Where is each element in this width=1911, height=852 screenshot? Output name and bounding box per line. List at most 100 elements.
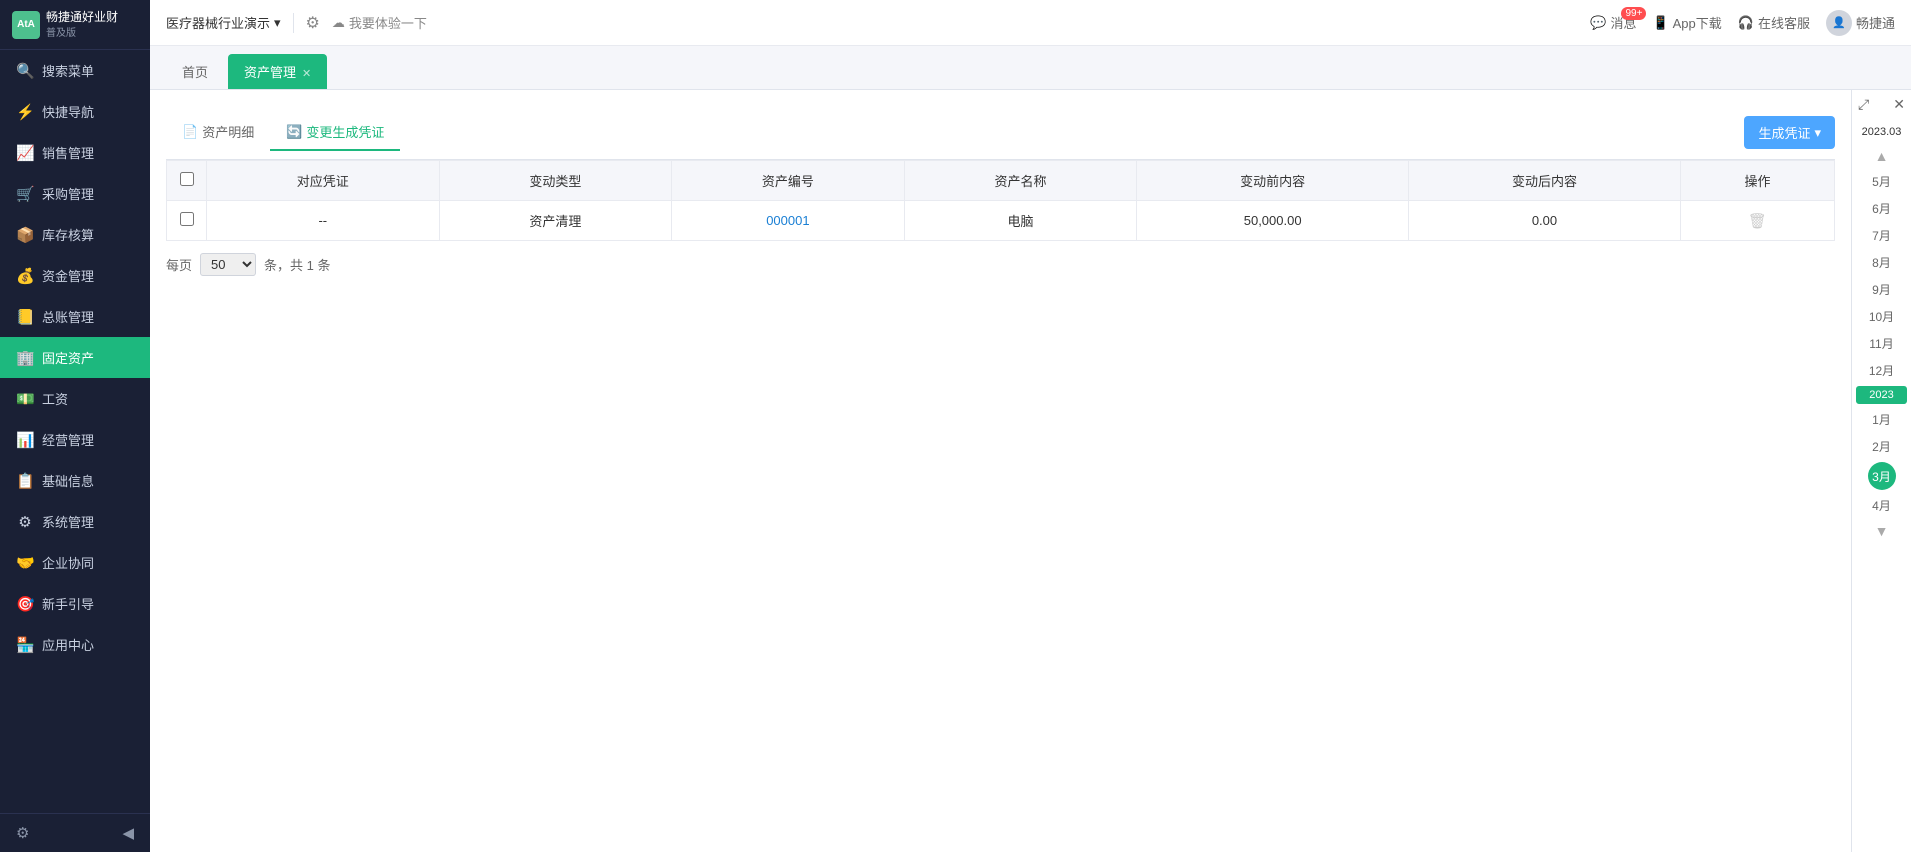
sidebar-logo: AtA 畅捷通好业财 普及版 bbox=[0, 0, 150, 50]
content-area: 📄 资产明细 🔄 变更生成凭证 生成凭证 ▾ bbox=[150, 90, 1911, 852]
purchase-icon: 🛒 bbox=[16, 185, 34, 203]
per-page-select[interactable]: 50 10 20 100 bbox=[200, 253, 256, 276]
payroll-icon: 💵 bbox=[16, 390, 34, 408]
row-voucher-0: -- bbox=[207, 201, 440, 241]
chevron-down-icon: ▾ bbox=[274, 15, 281, 31]
row-checkbox-0 bbox=[167, 201, 207, 241]
sidebar-item-label-funds: 资金管理 bbox=[42, 266, 94, 285]
row-before-0: 50,000.00 bbox=[1137, 201, 1409, 241]
sidebar-item-label-guide: 新手引导 bbox=[42, 594, 94, 613]
sidebar-item-collab[interactable]: 🤝 企业协同 bbox=[0, 542, 150, 583]
sub-tab-asset-detail[interactable]: 📄 资产明细 bbox=[166, 114, 270, 151]
right-date-panel: ⤢ ✕ 2023.03 ▲ 5月6月7月8月9月10月11月12月20231月2… bbox=[1851, 90, 1911, 852]
row-change-type-0: 资产清理 bbox=[439, 201, 672, 241]
collapse-icon[interactable]: ◀ bbox=[122, 824, 134, 842]
app-download-btn[interactable]: 📱 App下载 bbox=[1652, 13, 1721, 32]
basic-icon: 📋 bbox=[16, 472, 34, 490]
generate-voucher-button[interactable]: 生成凭证 ▾ bbox=[1744, 116, 1835, 149]
sidebar-item-inventory[interactable]: 📦 库存核算 bbox=[0, 214, 150, 255]
dropdown-arrow-icon: ▾ bbox=[1814, 125, 1821, 141]
month-item-2月[interactable]: 2月 bbox=[1852, 433, 1911, 460]
month-item-12月[interactable]: 12月 bbox=[1852, 357, 1911, 384]
operations-icon: 📊 bbox=[16, 431, 34, 449]
message-badge: 99+ bbox=[1621, 7, 1646, 20]
quicknav-icon: ⚡ bbox=[16, 103, 34, 121]
sidebar-item-label-inventory: 库存核算 bbox=[42, 225, 94, 244]
sidebar-nav-scroll: 🔍 搜索菜单 ⚡ 快捷导航 📈 销售管理 🛒 采购管理 📦 库存核算 💰 资金管… bbox=[0, 50, 150, 813]
company-selector[interactable]: 医疗器械行业演示 ▾ bbox=[166, 13, 281, 32]
col-checkbox bbox=[167, 161, 207, 201]
month-item-4月[interactable]: 4月 bbox=[1852, 492, 1911, 519]
col-after: 变动后内容 bbox=[1409, 161, 1681, 201]
sidebar-item-guide[interactable]: 🎯 新手引导 bbox=[0, 583, 150, 624]
tab-close-asset-mgmt[interactable]: ✕ bbox=[302, 68, 311, 80]
scroll-up-btn[interactable]: ▲ bbox=[1875, 144, 1889, 168]
tab-label-asset-mgmt: 资产管理 bbox=[244, 65, 296, 80]
month-item-5月[interactable]: 5月 bbox=[1852, 168, 1911, 195]
total-text: 条，共 1 条 bbox=[264, 255, 330, 274]
sidebar: AtA 畅捷通好业财 普及版 🔍 搜索菜单 ⚡ 快捷导航 📈 销售管理 🛒 采购… bbox=[0, 0, 150, 852]
online-service-btn[interactable]: 🎧 在线客服 bbox=[1738, 13, 1810, 32]
tab-asset-mgmt[interactable]: 资产管理 ✕ bbox=[228, 54, 327, 89]
message-btn[interactable]: 💬 消息 99+ bbox=[1590, 13, 1636, 32]
app-download-label: App下载 bbox=[1673, 13, 1722, 32]
sidebar-item-label-appstore: 应用中心 bbox=[42, 635, 94, 654]
month-item-3月[interactable]: 3月 bbox=[1868, 462, 1896, 490]
scroll-down-btn[interactable]: ▼ bbox=[1875, 519, 1889, 543]
sidebar-item-funds[interactable]: 💰 资金管理 bbox=[0, 255, 150, 296]
sales-icon: 📈 bbox=[16, 144, 34, 162]
sub-tabs: 📄 资产明细 🔄 变更生成凭证 生成凭证 ▾ bbox=[166, 106, 1835, 160]
sidebar-item-label-payroll: 工资 bbox=[42, 389, 68, 408]
table-footer: 每页 50 10 20 100 条，共 1 条 bbox=[166, 241, 1835, 288]
sidebar-item-payroll[interactable]: 💵 工资 bbox=[0, 378, 150, 419]
month-item-11月[interactable]: 11月 bbox=[1852, 330, 1911, 357]
sub-tab-change-voucher[interactable]: 🔄 变更生成凭证 bbox=[270, 114, 400, 151]
tab-label-home: 首页 bbox=[182, 65, 208, 80]
sidebar-item-basic[interactable]: 📋 基础信息 bbox=[0, 460, 150, 501]
expand-icon[interactable]: ⤢ bbox=[1858, 96, 1869, 113]
month-item-8月[interactable]: 8月 bbox=[1852, 249, 1911, 276]
sidebar-item-purchase[interactable]: 🛒 采购管理 bbox=[0, 173, 150, 214]
tabbar: 首页 资产管理 ✕ bbox=[150, 46, 1911, 90]
month-item-6月[interactable]: 6月 bbox=[1852, 195, 1911, 222]
month-item-1月[interactable]: 1月 bbox=[1852, 406, 1911, 433]
sidebar-item-label-basic: 基础信息 bbox=[42, 471, 94, 490]
sidebar-item-ledger[interactable]: 📒 总账管理 bbox=[0, 296, 150, 337]
row-action-0: 🗑 bbox=[1680, 201, 1834, 241]
sidebar-item-appstore[interactable]: 🏪 应用中心 bbox=[0, 624, 150, 665]
select-all-checkbox[interactable] bbox=[180, 172, 194, 186]
month-item-10月[interactable]: 10月 bbox=[1852, 303, 1911, 330]
sidebar-item-sales[interactable]: 📈 销售管理 bbox=[0, 132, 150, 173]
month-item-7月[interactable]: 7月 bbox=[1852, 222, 1911, 249]
col-voucher: 对应凭证 bbox=[207, 161, 440, 201]
sidebar-item-label-search: 搜索菜单 bbox=[42, 61, 94, 80]
sidebar-item-quicknav[interactable]: ⚡ 快捷导航 bbox=[0, 91, 150, 132]
sidebar-item-assets[interactable]: 🏢 固定资产 bbox=[0, 337, 150, 378]
sidebar-item-system[interactable]: ⚙ 系统管理 bbox=[0, 501, 150, 542]
sidebar-item-operations[interactable]: 📊 经营管理 bbox=[0, 419, 150, 460]
sub-tab-change-voucher-label: 变更生成凭证 bbox=[306, 122, 384, 141]
sidebar-item-label-ledger: 总账管理 bbox=[42, 307, 94, 326]
user-btn[interactable]: 👤 畅捷通 bbox=[1826, 10, 1895, 36]
sidebar-item-search[interactable]: 🔍 搜索菜单 bbox=[0, 50, 150, 91]
topbar-right: 💬 消息 99+ 📱 App下载 🎧 在线客服 👤 畅捷通 bbox=[1590, 10, 1895, 36]
sidebar-item-label-operations: 经营管理 bbox=[42, 430, 94, 449]
tab-home[interactable]: 首页 bbox=[166, 54, 224, 89]
username: 畅捷通 bbox=[1856, 13, 1895, 32]
row-select-0[interactable] bbox=[180, 212, 194, 226]
settings-gear-icon[interactable]: ⚙ bbox=[306, 13, 320, 33]
topbar-divider bbox=[293, 13, 294, 33]
system-icon: ⚙ bbox=[16, 513, 34, 531]
assets-icon: 🏢 bbox=[16, 349, 34, 367]
funds-icon: 💰 bbox=[16, 267, 34, 285]
experience-btn[interactable]: ☁ 我要体验一下 bbox=[332, 13, 427, 32]
ledger-icon: 📒 bbox=[16, 308, 34, 326]
year-label-2023: 2023 bbox=[1856, 386, 1907, 404]
close-panel-icon[interactable]: ✕ bbox=[1893, 96, 1905, 113]
month-item-9月[interactable]: 9月 bbox=[1852, 276, 1911, 303]
guide-icon: 🎯 bbox=[16, 595, 34, 613]
logo-icon: AtA bbox=[12, 11, 40, 39]
sidebar-item-label-system: 系统管理 bbox=[42, 512, 94, 531]
settings-icon[interactable]: ⚙ bbox=[16, 824, 29, 842]
delete-icon-0[interactable]: 🗑 bbox=[1748, 213, 1767, 230]
